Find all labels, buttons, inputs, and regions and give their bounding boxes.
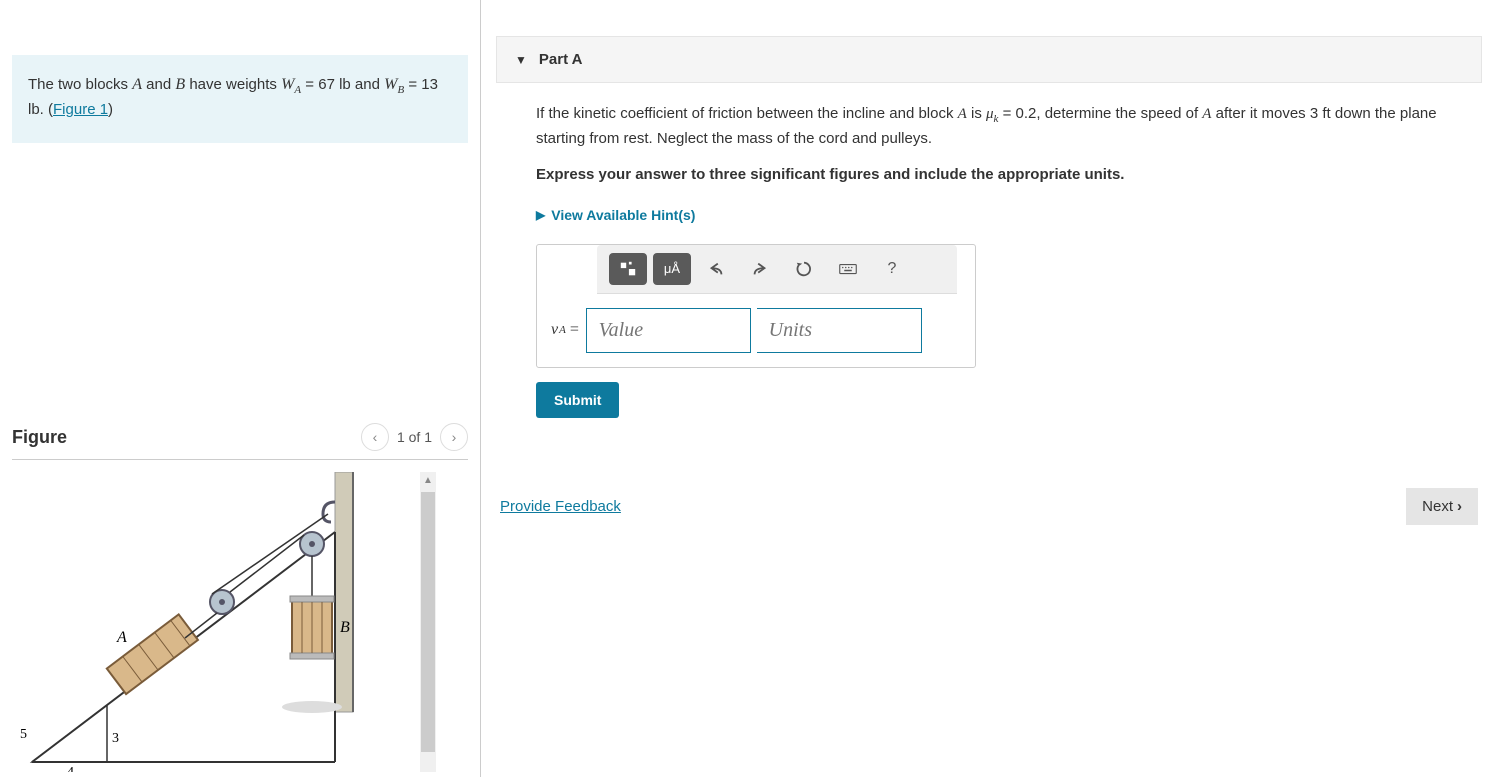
slope-rise: 5: [20, 727, 27, 742]
slope-run: 4: [67, 765, 74, 772]
value-input[interactable]: [586, 308, 751, 353]
scroll-thumb[interactable]: [421, 492, 435, 752]
scroll-up-icon[interactable]: ▲: [420, 472, 436, 488]
answer-toolbar: μÅ ?: [597, 245, 957, 294]
figure-prev-button[interactable]: ‹: [361, 423, 389, 451]
variable-label: vA =: [551, 318, 580, 342]
block-a-label: A: [116, 629, 127, 646]
figure-next-button[interactable]: ›: [440, 423, 468, 451]
reset-button[interactable]: [785, 253, 823, 285]
undo-button[interactable]: [697, 253, 735, 285]
submit-button[interactable]: Submit: [536, 382, 619, 418]
undo-icon: [707, 260, 725, 278]
figure-link[interactable]: Figure 1: [53, 101, 108, 118]
symbols-button[interactable]: μÅ: [653, 253, 691, 285]
block-b-symbol: B: [175, 76, 185, 93]
units-input[interactable]: [757, 308, 922, 353]
answer-box: μÅ ? vA =: [536, 244, 976, 368]
redo-button[interactable]: [741, 253, 779, 285]
figure-scrollbar[interactable]: ▲: [420, 472, 436, 772]
problem-text: The two blocks: [28, 76, 132, 93]
problem-statement: The two blocks A and B have weights WA =…: [12, 55, 468, 143]
block-b-label: B: [340, 619, 350, 636]
view-hints-link[interactable]: ▶ View Available Hint(s): [536, 205, 1442, 226]
figure-diagram: 5 4 3 A: [12, 472, 412, 772]
figure-heading: Figure: [12, 427, 67, 448]
slope-base: 3: [112, 731, 119, 746]
keyboard-button[interactable]: [829, 253, 867, 285]
reset-icon: [795, 260, 813, 278]
help-button[interactable]: ?: [873, 253, 911, 285]
block-a-symbol: A: [132, 76, 142, 93]
caret-right-icon: ▶: [536, 206, 545, 224]
keyboard-icon: [839, 260, 857, 278]
templates-button[interactable]: [609, 253, 647, 285]
answer-instruction: Express your answer to three significant…: [536, 164, 1442, 187]
next-button[interactable]: Next ›: [1406, 488, 1478, 525]
chevron-right-icon: ›: [1457, 498, 1462, 515]
question-text: If the kinetic coefficient of friction b…: [536, 103, 1442, 150]
provide-feedback-link[interactable]: Provide Feedback: [500, 498, 621, 515]
part-title: Part A: [539, 51, 583, 68]
figure-counter: 1 of 1: [397, 429, 432, 445]
part-header[interactable]: ▼ Part A: [496, 36, 1482, 83]
caret-down-icon: ▼: [515, 53, 527, 67]
templates-icon: [619, 260, 637, 278]
redo-icon: [751, 260, 769, 278]
